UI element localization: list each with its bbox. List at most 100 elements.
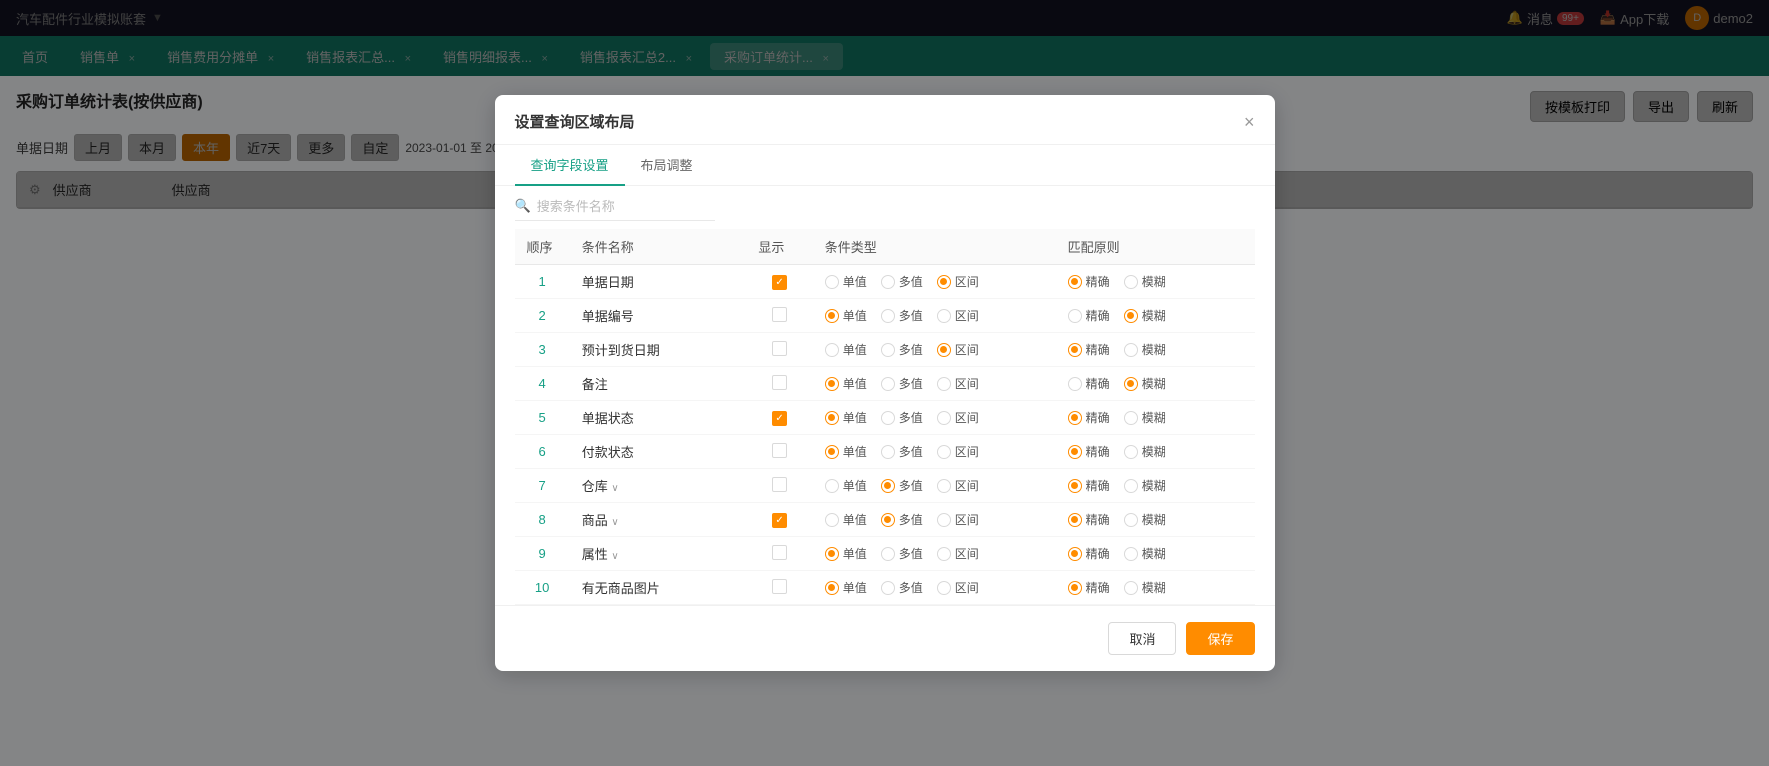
radio-type-type_single[interactable]: 单值	[825, 409, 867, 426]
radio-type-type_single[interactable]: 单值	[825, 341, 867, 358]
radio-circle	[881, 309, 895, 323]
radio-match-match_exact[interactable]: 精确	[1068, 545, 1110, 562]
cancel-button[interactable]: 取消	[1108, 622, 1176, 655]
checkbox[interactable]	[772, 545, 787, 560]
radio-type-type_range[interactable]: 区间	[937, 545, 979, 562]
radio-label: 多值	[899, 545, 923, 562]
radio-type-type_multi[interactable]: 多值	[881, 579, 923, 596]
row-display-checkbox[interactable]	[746, 469, 812, 503]
radio-type-type_multi[interactable]: 多值	[881, 443, 923, 460]
radio-type-type_single[interactable]: 单值	[825, 443, 867, 460]
radio-type-type_single[interactable]: 单值	[825, 511, 867, 528]
radio-match-match_fuzzy[interactable]: 模糊	[1124, 409, 1166, 426]
radio-type-type_single[interactable]: 单值	[825, 273, 867, 290]
radio-type-type_range[interactable]: 区间	[937, 273, 979, 290]
radio-type-type_multi[interactable]: 多值	[881, 511, 923, 528]
radio-type-type_single[interactable]: 单值	[825, 477, 867, 494]
radio-type-type_multi[interactable]: 多值	[881, 409, 923, 426]
radio-type-type_range[interactable]: 区间	[937, 477, 979, 494]
radio-type-type_multi[interactable]: 多值	[881, 375, 923, 392]
radio-type-type_multi[interactable]: 多值	[881, 307, 923, 324]
checkbox[interactable]	[772, 443, 787, 458]
radio-match-match_fuzzy[interactable]: 模糊	[1124, 579, 1166, 596]
radio-label: 精确	[1086, 375, 1110, 392]
radio-type-type_range[interactable]: 区间	[937, 511, 979, 528]
radio-label: 精确	[1086, 579, 1110, 596]
radio-match-match_fuzzy[interactable]: 模糊	[1124, 477, 1166, 494]
radio-circle	[825, 513, 839, 527]
radio-type-type_multi[interactable]: 多值	[881, 341, 923, 358]
col-header-display: 显示	[746, 229, 812, 265]
row-order: 4	[515, 367, 570, 401]
tab-query-fields[interactable]: 查询字段设置	[515, 145, 625, 186]
radio-type-type_range[interactable]: 区间	[937, 409, 979, 426]
col-header-name: 条件名称	[570, 229, 747, 265]
checkbox[interactable]	[772, 307, 787, 322]
row-match: 精确模糊	[1056, 299, 1255, 333]
radio-circle	[1068, 343, 1082, 357]
radio-type-type_range[interactable]: 区间	[937, 375, 979, 392]
radio-label: 模糊	[1142, 443, 1166, 460]
checkbox[interactable]	[772, 341, 787, 356]
row-display-checkbox[interactable]	[746, 571, 812, 605]
checkbox[interactable]	[772, 411, 787, 426]
radio-match-match_exact[interactable]: 精确	[1068, 307, 1110, 324]
radio-type-type_single[interactable]: 单值	[825, 375, 867, 392]
radio-label: 模糊	[1142, 273, 1166, 290]
row-display-checkbox[interactable]	[746, 435, 812, 469]
radio-label: 区间	[955, 409, 979, 426]
radio-type-type_range[interactable]: 区间	[937, 443, 979, 460]
radio-match-match_fuzzy[interactable]: 模糊	[1124, 307, 1166, 324]
row-display-checkbox[interactable]	[746, 537, 812, 571]
radio-match-match_exact[interactable]: 精确	[1068, 273, 1110, 290]
modal-close-button[interactable]: ×	[1244, 113, 1255, 131]
radio-type-type_multi[interactable]: 多值	[881, 545, 923, 562]
radio-match-match_fuzzy[interactable]: 模糊	[1124, 443, 1166, 460]
tab-layout[interactable]: 布局调整	[625, 145, 709, 186]
row-display-checkbox[interactable]	[746, 265, 812, 299]
checkbox[interactable]	[772, 579, 787, 594]
radio-type-type_single[interactable]: 单值	[825, 545, 867, 562]
radio-match-match_exact[interactable]: 精确	[1068, 511, 1110, 528]
radio-match-match_exact[interactable]: 精确	[1068, 579, 1110, 596]
checkbox[interactable]	[772, 275, 787, 290]
radio-type-type_single[interactable]: 单值	[825, 307, 867, 324]
radio-match-match_fuzzy[interactable]: 模糊	[1124, 375, 1166, 392]
radio-type-type_multi[interactable]: 多值	[881, 273, 923, 290]
row-display-checkbox[interactable]	[746, 299, 812, 333]
search-input[interactable]	[537, 199, 697, 214]
row-name: 单据状态	[570, 401, 747, 435]
radio-circle	[881, 581, 895, 595]
radio-match-match_exact[interactable]: 精确	[1068, 375, 1110, 392]
row-display-checkbox[interactable]	[746, 367, 812, 401]
radio-match-match_exact[interactable]: 精确	[1068, 477, 1110, 494]
row-display-checkbox[interactable]	[746, 401, 812, 435]
radio-label: 多值	[899, 375, 923, 392]
radio-match-match_exact[interactable]: 精确	[1068, 443, 1110, 460]
row-display-checkbox[interactable]	[746, 605, 812, 606]
radio-match-match_exact[interactable]: 精确	[1068, 341, 1110, 358]
radio-circle	[1068, 547, 1082, 561]
checkbox[interactable]	[772, 477, 787, 492]
radio-type-type_range[interactable]: 区间	[937, 341, 979, 358]
radio-type-type_multi[interactable]: 多值	[881, 477, 923, 494]
row-match: 精确模糊	[1056, 469, 1255, 503]
radio-type-type_single[interactable]: 单值	[825, 579, 867, 596]
radio-label: 单值	[843, 477, 867, 494]
radio-match-match_fuzzy[interactable]: 模糊	[1124, 341, 1166, 358]
row-order: 9	[515, 537, 570, 571]
radio-type-type_range[interactable]: 区间	[937, 307, 979, 324]
row-display-checkbox[interactable]	[746, 333, 812, 367]
radio-match-match_exact[interactable]: 精确	[1068, 409, 1110, 426]
checkbox[interactable]	[772, 513, 787, 528]
checkbox[interactable]	[772, 375, 787, 390]
row-display-checkbox[interactable]	[746, 503, 812, 537]
table-row: 6付款状态单值多值区间精确模糊	[515, 435, 1255, 469]
radio-match-match_fuzzy[interactable]: 模糊	[1124, 273, 1166, 290]
save-button[interactable]: 保存	[1186, 622, 1254, 655]
row-order: 3	[515, 333, 570, 367]
radio-match-match_fuzzy[interactable]: 模糊	[1124, 511, 1166, 528]
radio-match-match_fuzzy[interactable]: 模糊	[1124, 545, 1166, 562]
radio-type-type_range[interactable]: 区间	[937, 579, 979, 596]
row-type: 单值多值区间	[813, 571, 1056, 605]
